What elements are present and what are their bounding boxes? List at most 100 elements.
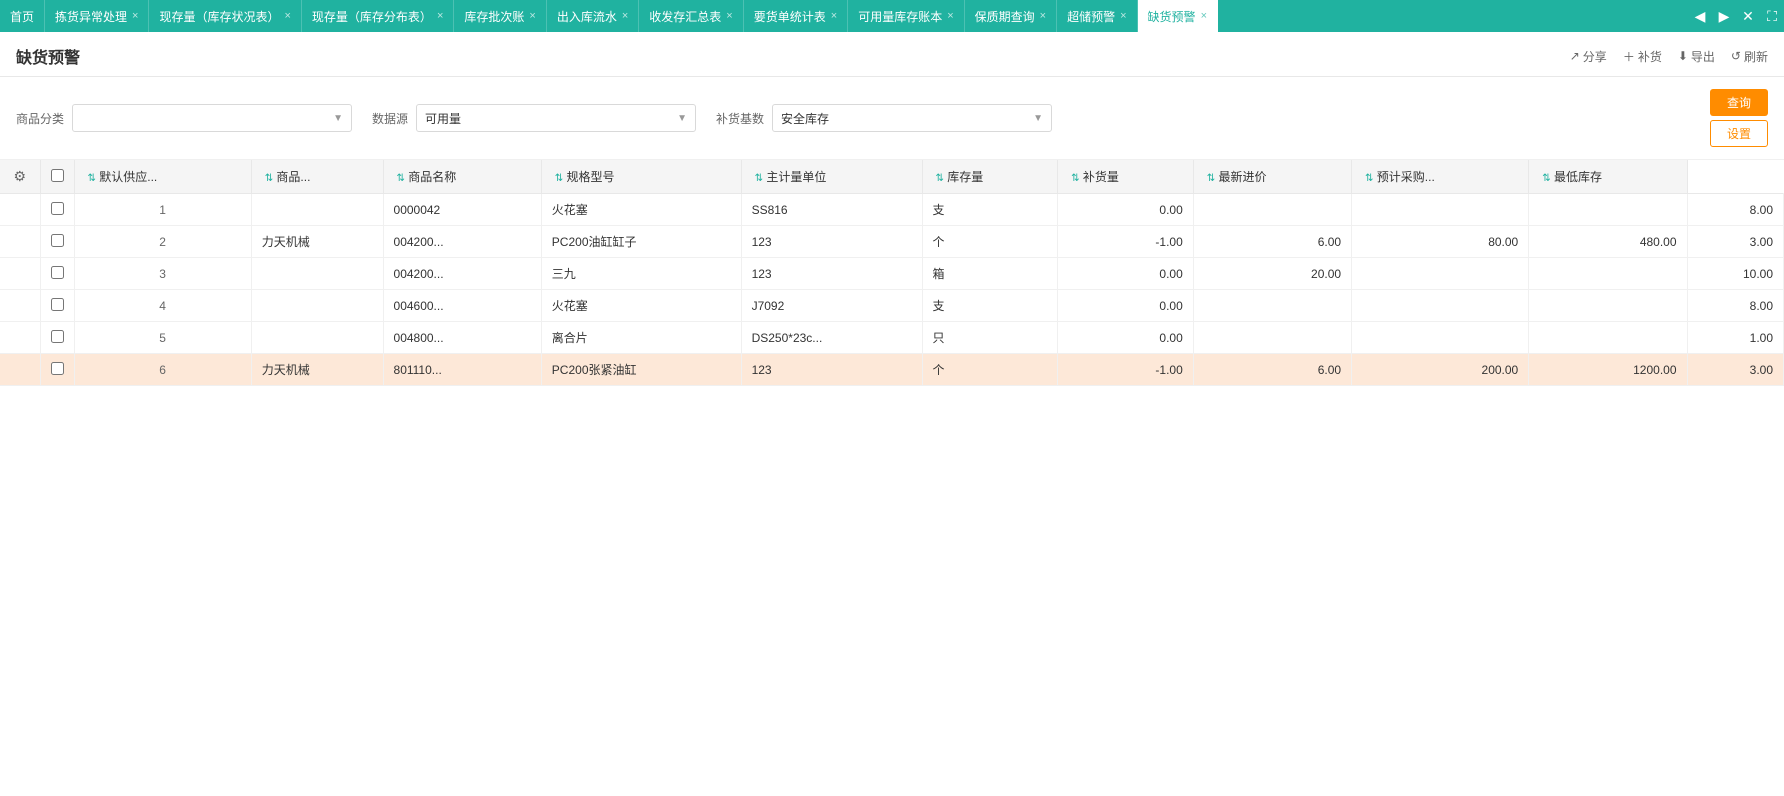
- tab-nav-prev[interactable]: ◀: [1688, 8, 1712, 25]
- tab-abnormal[interactable]: 拣货异常处理 ×: [45, 0, 149, 32]
- tab-collect-summary[interactable]: 收发存汇总表 ×: [639, 0, 743, 32]
- tab-inout-flow[interactable]: 出入库流水 ×: [547, 0, 639, 32]
- row-supplier: [251, 290, 383, 322]
- tab-order-stat[interactable]: 要货单统计表 ×: [744, 0, 848, 32]
- filter-group-category: 商品分类 ▼: [16, 104, 352, 132]
- tab-close-abnormal[interactable]: ×: [132, 10, 138, 22]
- data-table-container: ⚙ ⇅ 默认供应... ⇅ 商品... ⇅ 商品名称: [0, 160, 1784, 386]
- sort-icon-stock[interactable]: ⇅: [936, 173, 944, 184]
- row-checkbox-cell[interactable]: [40, 322, 74, 354]
- row-checkbox-1[interactable]: [51, 234, 64, 247]
- sort-icon-est[interactable]: ⇅: [1365, 173, 1373, 184]
- data-table: ⚙ ⇅ 默认供应... ⇅ 商品... ⇅ 商品名称: [0, 160, 1784, 386]
- row-latest-price: [1352, 194, 1529, 226]
- row-product-code: 004200...: [383, 258, 541, 290]
- tab-inventory-dist[interactable]: 现存量（库存分布表） ×: [302, 0, 454, 32]
- row-unit: 支: [922, 290, 1058, 322]
- replenish-base-select[interactable]: 安全库存 ▼: [772, 104, 1052, 132]
- tab-close-overstock[interactable]: ×: [1120, 10, 1126, 22]
- tab-close-all[interactable]: ✕: [1736, 8, 1760, 25]
- tab-close-expiry-query[interactable]: ×: [1040, 10, 1046, 22]
- column-spec: ⇅ 规格型号: [541, 160, 741, 194]
- filter-group-datasource: 数据源 可用量 ▼: [372, 104, 696, 132]
- tab-available-ledger[interactable]: 可用量库存账本 ×: [848, 0, 964, 32]
- row-spec: 123: [741, 226, 922, 258]
- table-row: 5 004800... 离合片 DS250*23c... 只 0.00 1.00: [0, 322, 1784, 354]
- row-checkbox-cell[interactable]: [40, 226, 74, 258]
- tab-close-batch-account[interactable]: ×: [529, 10, 535, 22]
- sort-icon-min[interactable]: ⇅: [1542, 173, 1550, 184]
- row-est-purchase: [1529, 322, 1687, 354]
- tab-overstock[interactable]: 超储预警 ×: [1057, 0, 1137, 32]
- row-est-purchase: [1529, 194, 1687, 226]
- row-min-stock: 3.00: [1687, 354, 1783, 386]
- row-num-cell: 3: [74, 258, 251, 290]
- row-checkbox-5[interactable]: [51, 362, 64, 375]
- row-product-code: 801110...: [383, 354, 541, 386]
- filter-area: 商品分类 ▼ 数据源 可用量 ▼ 补货基数 安全库存 ▼ 查询 设置: [0, 77, 1784, 160]
- sort-icon-unit[interactable]: ⇅: [755, 173, 763, 184]
- row-supplier: [251, 322, 383, 354]
- row-stock: 0.00: [1058, 194, 1194, 226]
- sort-icon-code[interactable]: ⇅: [265, 173, 273, 184]
- row-gear-cell: [0, 258, 40, 290]
- tab-nav-next[interactable]: ▶: [1712, 8, 1736, 25]
- tab-close-order-stat[interactable]: ×: [831, 10, 837, 22]
- gear-icon[interactable]: ⚙: [13, 168, 26, 184]
- row-checkbox-3[interactable]: [51, 298, 64, 311]
- row-product-name: PC200油缸缸子: [541, 226, 741, 258]
- row-spec: J7092: [741, 290, 922, 322]
- row-product-name: 三九: [541, 258, 741, 290]
- sort-icon-replenish[interactable]: ⇅: [1071, 173, 1079, 184]
- column-checkbox: [40, 160, 74, 194]
- tab-close-shortage[interactable]: ×: [1201, 10, 1207, 22]
- row-replenish-qty: 6.00: [1193, 226, 1351, 258]
- sort-icon-supplier[interactable]: ⇅: [88, 173, 96, 184]
- row-checkbox-0[interactable]: [51, 202, 64, 215]
- row-supplier: 力天机械: [251, 226, 383, 258]
- settings-button[interactable]: 设置: [1710, 120, 1768, 147]
- row-checkbox-4[interactable]: [51, 330, 64, 343]
- row-checkbox-2[interactable]: [51, 266, 64, 279]
- column-gear[interactable]: ⚙: [0, 160, 40, 194]
- query-button[interactable]: 查询: [1710, 89, 1768, 116]
- tab-close-inventory-status[interactable]: ×: [284, 10, 290, 22]
- row-checkbox-cell[interactable]: [40, 354, 74, 386]
- row-stock: -1.00: [1058, 226, 1194, 258]
- export-button[interactable]: ⬇ 导出: [1678, 48, 1715, 65]
- row-checkbox-cell[interactable]: [40, 194, 74, 226]
- sort-icon-price[interactable]: ⇅: [1207, 173, 1215, 184]
- filter-actions: 查询 设置: [1710, 89, 1768, 147]
- tab-expiry-query[interactable]: 保质期查询 ×: [965, 0, 1057, 32]
- table-body: 1 0000042 火花塞 SS816 支 0.00 8.00 2 力天机械 0…: [0, 194, 1784, 386]
- row-unit: 只: [922, 322, 1058, 354]
- tab-batch-account[interactable]: 库存批次账 ×: [454, 0, 546, 32]
- select-all-checkbox[interactable]: [51, 169, 64, 182]
- tab-fullscreen[interactable]: ⛶: [1760, 8, 1784, 25]
- share-button[interactable]: ↗ 分享: [1570, 48, 1607, 65]
- replenish-base-label: 补货基数: [716, 110, 764, 127]
- tab-close-available-ledger[interactable]: ×: [947, 10, 953, 22]
- sort-icon-spec[interactable]: ⇅: [555, 173, 563, 184]
- column-latest-price: ⇅ 最新进价: [1193, 160, 1351, 194]
- row-num-cell: 4: [74, 290, 251, 322]
- tab-home[interactable]: 首页: [0, 0, 45, 32]
- row-gear-cell: [0, 226, 40, 258]
- datasource-select[interactable]: 可用量 ▼: [416, 104, 696, 132]
- category-select[interactable]: ▼: [72, 104, 352, 132]
- row-checkbox-cell[interactable]: [40, 290, 74, 322]
- refresh-button[interactable]: ↺ 刷新: [1731, 48, 1768, 65]
- tab-close-inventory-dist[interactable]: ×: [437, 10, 443, 22]
- row-checkbox-cell[interactable]: [40, 258, 74, 290]
- share-icon: ↗: [1570, 49, 1580, 63]
- tab-shortage[interactable]: 缺货预警 ×: [1138, 0, 1218, 32]
- replenish-base-chevron-icon: ▼: [1033, 113, 1043, 124]
- tab-close-inout-flow[interactable]: ×: [622, 10, 628, 22]
- tab-close-collect-summary[interactable]: ×: [726, 10, 732, 22]
- column-stock: ⇅ 库存量: [922, 160, 1058, 194]
- tab-inventory-status[interactable]: 现存量（库存状况表） ×: [149, 0, 301, 32]
- sort-icon-name[interactable]: ⇅: [397, 173, 405, 184]
- row-stock: 0.00: [1058, 322, 1194, 354]
- replenish-button[interactable]: ＋ 补货: [1623, 48, 1662, 65]
- page-title: 缺货预警: [16, 44, 80, 68]
